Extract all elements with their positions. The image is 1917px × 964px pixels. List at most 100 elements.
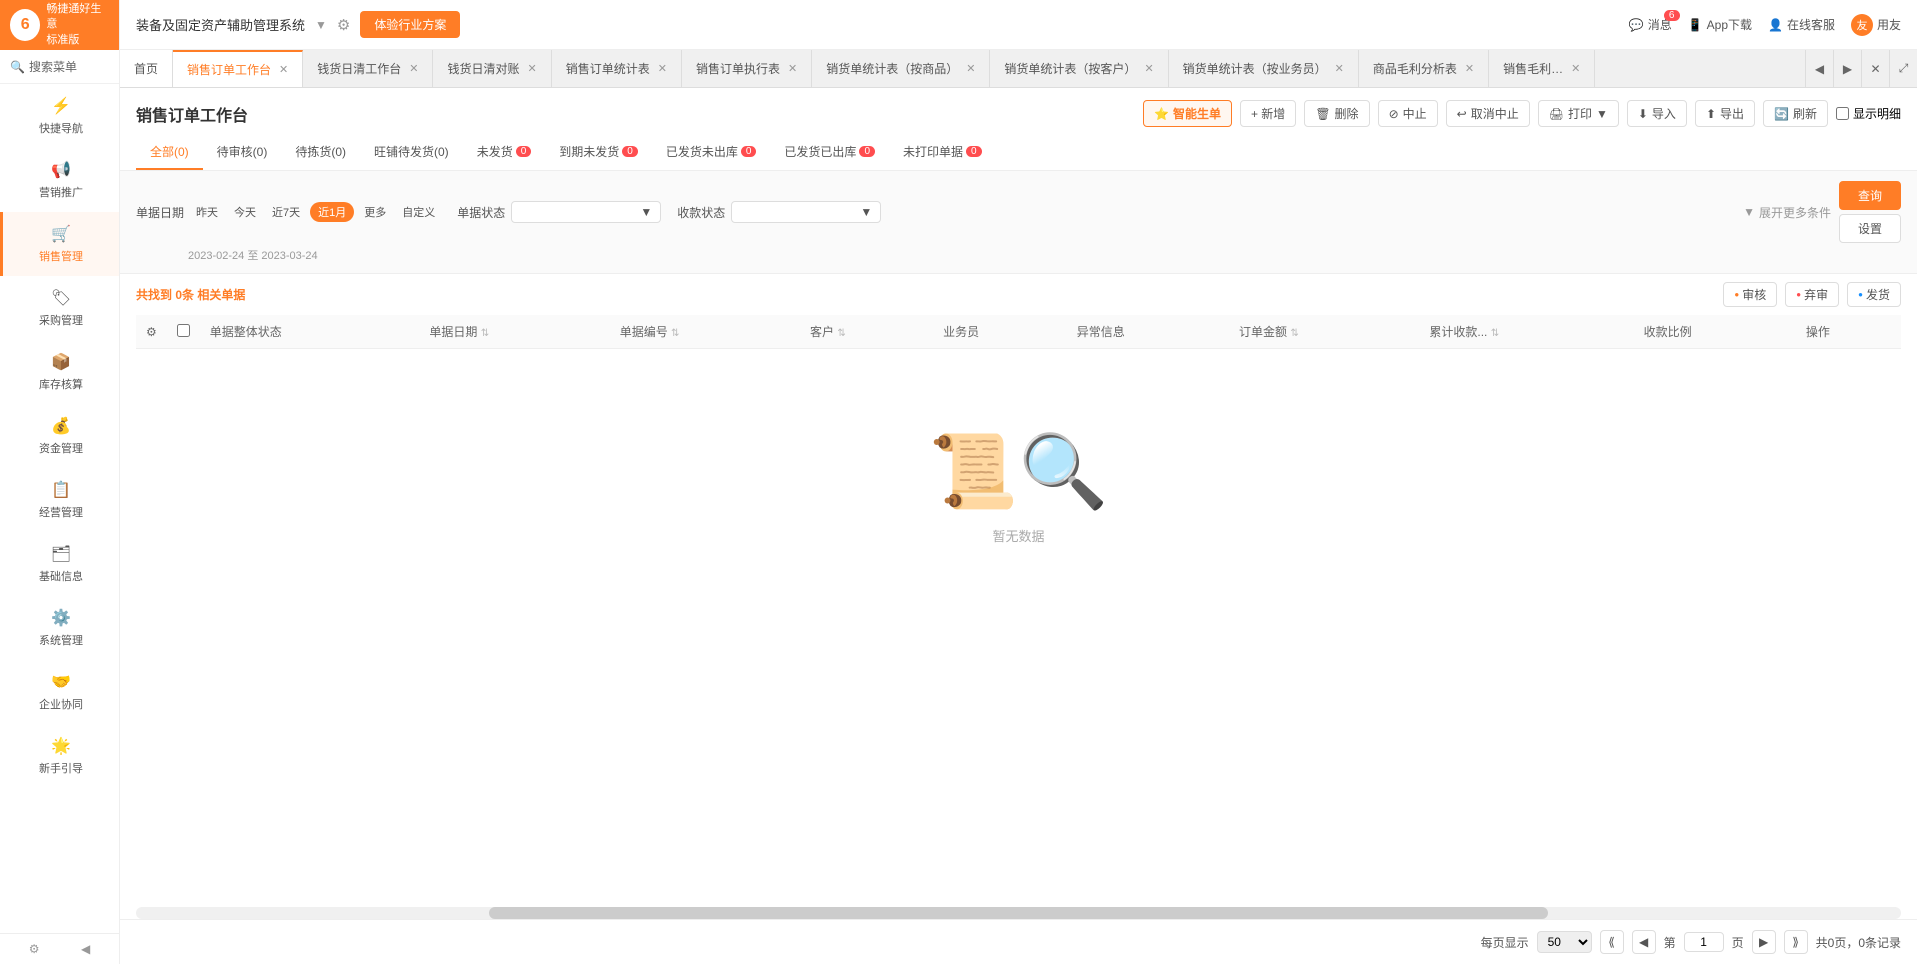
tab-sales-gross[interactable]: 销售毛利… ✕ — [1489, 50, 1595, 88]
tab-close-icon[interactable]: ✕ — [1465, 62, 1474, 75]
tab-scroll-right-button[interactable]: ▶ — [1833, 50, 1861, 88]
tab-close-icon[interactable]: ✕ — [409, 62, 418, 75]
add-button[interactable]: + 新增 — [1240, 100, 1296, 127]
delete-button[interactable]: 🗑 删除 — [1304, 100, 1369, 127]
smart-create-button[interactable]: ⭐ 智能生单 — [1143, 100, 1232, 127]
tab-gross-profit[interactable]: 商品毛利分析表 ✕ — [1359, 50, 1489, 88]
date-btn-1month[interactable]: 近1月 — [310, 202, 354, 222]
query-button[interactable]: 查询 — [1839, 181, 1901, 210]
tab-cash-daily[interactable]: 钱货日清工作台 ✕ — [303, 50, 433, 88]
last-page-button[interactable]: ⟫ — [1784, 930, 1808, 954]
review-button[interactable]: ● 审核 — [1723, 282, 1777, 307]
user-action[interactable]: 友 用友 — [1851, 14, 1901, 36]
sidebar-item-purchase[interactable]: 🏷 采购管理 — [0, 276, 119, 340]
sidebar-item-sales[interactable]: 🛒 销售管理 — [0, 212, 119, 276]
sidebar-item-system[interactable]: ⚙️ 系统管理 — [0, 596, 119, 660]
sub-tab-pending-review[interactable]: 待审核(0) — [203, 135, 282, 170]
stop-button[interactable]: ⊘ 中止 — [1378, 100, 1438, 127]
sidebar-item-enterprise[interactable]: 🤝 企业协同 — [0, 660, 119, 724]
refresh-button[interactable]: 🔄 刷新 — [1763, 100, 1828, 127]
expand-icon: ▼ — [1743, 205, 1755, 219]
sub-tab-shipped-not-out[interactable]: 已发货未出库 0 — [652, 135, 771, 170]
sidebar-item-newbie[interactable]: 🌟 新手引导 — [0, 724, 119, 788]
expand-conditions-button[interactable]: ▼ 展开更多条件 — [1743, 204, 1831, 221]
collapse-icon[interactable]: ◀ — [81, 942, 90, 956]
horizontal-scrollbar[interactable] — [136, 907, 1901, 919]
tab-close-icon[interactable]: ✕ — [1144, 62, 1153, 75]
sidebar-item-operations[interactable]: 📋 经营管理 — [0, 468, 119, 532]
abandon-review-button[interactable]: ● 弃审 — [1785, 282, 1839, 307]
prev-page-button[interactable]: ◀ — [1632, 930, 1656, 954]
ship-button[interactable]: ● 发货 — [1847, 282, 1901, 307]
cancel-stop-button[interactable]: ↩ 取消中止 — [1446, 100, 1530, 127]
sidebar-search[interactable]: 🔍 搜索菜单 — [0, 50, 119, 84]
tab-home[interactable]: 首页 — [120, 50, 173, 88]
show-detail-label[interactable]: 显示明细 — [1836, 105, 1901, 122]
tab-close-icon[interactable]: ✕ — [1571, 62, 1580, 75]
sidebar-item-quicknav[interactable]: ⚡ 快捷导航 — [0, 84, 119, 148]
page-size-select[interactable]: 20 50 100 — [1537, 931, 1592, 953]
app-download-action[interactable]: 📱 App下载 — [1688, 16, 1752, 33]
scrollbar-thumb[interactable] — [489, 907, 1548, 919]
tab-close-icon[interactable]: ✕ — [279, 63, 288, 76]
payment-label: 收款状态 — [677, 204, 725, 221]
sidebar-item-finance[interactable]: 💰 资金管理 — [0, 404, 119, 468]
export-button[interactable]: ⬆ 导出 — [1695, 100, 1755, 127]
date-btn-7days[interactable]: 近7天 — [266, 202, 306, 222]
sub-tab-overdue-not-shipped[interactable]: 到期未发货 0 — [545, 135, 652, 170]
sub-tab-wangpu-pending[interactable]: 旺铺待发货(0) — [360, 135, 463, 170]
tab-sales-stats[interactable]: 销售订单统计表 ✕ — [552, 50, 682, 88]
tab-close-icon[interactable]: ✕ — [658, 62, 667, 75]
settings-icon[interactable]: ⚙ — [29, 942, 40, 956]
tab-close-icon[interactable]: ✕ — [788, 62, 797, 75]
action-buttons: ● 审核 ● 弃审 ● 发货 — [1723, 282, 1901, 307]
show-detail-checkbox[interactable] — [1836, 107, 1849, 120]
sort-icon[interactable]: ⇅ — [671, 328, 679, 339]
status-select[interactable]: ▼ — [511, 201, 661, 223]
settings-gear-icon[interactable]: ⚙ — [337, 16, 350, 34]
message-action[interactable]: 💬 消息 6 — [1629, 16, 1672, 33]
tab-sales-workbench[interactable]: 销售订单工作台 ✕ — [173, 50, 303, 88]
date-btn-yesterday[interactable]: 昨天 — [190, 202, 224, 222]
next-page-button[interactable]: ▶ — [1752, 930, 1776, 954]
tab-close-icon[interactable]: ✕ — [1335, 62, 1344, 75]
import-button[interactable]: ⬇ 导入 — [1627, 100, 1687, 127]
date-btn-today[interactable]: 今天 — [228, 202, 262, 222]
payment-select[interactable]: ▼ — [731, 201, 881, 223]
online-service-action[interactable]: 👤 在线客服 — [1768, 16, 1835, 33]
tab-sales-customer[interactable]: 销货单统计表（按客户） ✕ — [990, 50, 1168, 88]
sort-icon[interactable]: ⇅ — [1290, 328, 1298, 339]
tab-fullscreen-button[interactable]: ⤢ — [1889, 50, 1917, 88]
stats-row: 共找到 0条 相关单据 ● 审核 ● 弃审 ● 发货 — [120, 274, 1917, 315]
sub-tab-not-printed[interactable]: 未打印单据 0 — [889, 135, 996, 170]
settings-button[interactable]: 设置 — [1839, 214, 1901, 243]
tab-sales-salesperson[interactable]: 销货单统计表（按业务员） ✕ — [1169, 50, 1359, 88]
sort-icon[interactable]: ⇅ — [1491, 328, 1499, 339]
print-button[interactable]: 🖨 打印 ▼ — [1538, 100, 1619, 127]
payment-dropdown-icon: ▼ — [860, 205, 872, 219]
sub-tab-pending-pick[interactable]: 待拣货(0) — [281, 135, 360, 170]
date-btn-custom[interactable]: 自定义 — [396, 202, 441, 222]
industry-solution-button[interactable]: 体验行业方案 — [360, 11, 460, 38]
date-btn-more[interactable]: 更多 — [358, 202, 392, 222]
sub-tab-not-shipped[interactable]: 未发货 0 — [463, 135, 546, 170]
tab-scroll-left-button[interactable]: ◀ — [1805, 50, 1833, 88]
tab-cash-reconcile[interactable]: 钱货日清对账 ✕ — [433, 50, 551, 88]
dropdown-icon[interactable]: ▼ — [315, 18, 327, 32]
sort-icon[interactable]: ⇅ — [481, 328, 489, 339]
tab-sales-product[interactable]: 销货单统计表（按商品） ✕ — [812, 50, 990, 88]
sidebar-item-marketing[interactable]: 📢 营销推广 — [0, 148, 119, 212]
tab-close-icon[interactable]: ✕ — [966, 62, 975, 75]
tab-close-icon[interactable]: ✕ — [528, 62, 537, 75]
marketing-icon: 📢 — [51, 160, 71, 180]
sub-tab-shipped-out[interactable]: 已发货已出库 0 — [770, 135, 889, 170]
tab-close-all-button[interactable]: ✕ — [1861, 50, 1889, 88]
tab-sales-execute[interactable]: 销售订单执行表 ✕ — [682, 50, 812, 88]
sort-icon[interactable]: ⇅ — [837, 328, 845, 339]
page-number-input[interactable] — [1684, 932, 1724, 952]
sidebar-item-inventory[interactable]: 📦 库存核算 — [0, 340, 119, 404]
select-all-checkbox[interactable] — [177, 324, 190, 337]
sub-tab-all[interactable]: 全部(0) — [136, 135, 203, 170]
first-page-button[interactable]: ⟪ — [1600, 930, 1624, 954]
sidebar-item-basic[interactable]: 🗂 基础信息 — [0, 532, 119, 596]
